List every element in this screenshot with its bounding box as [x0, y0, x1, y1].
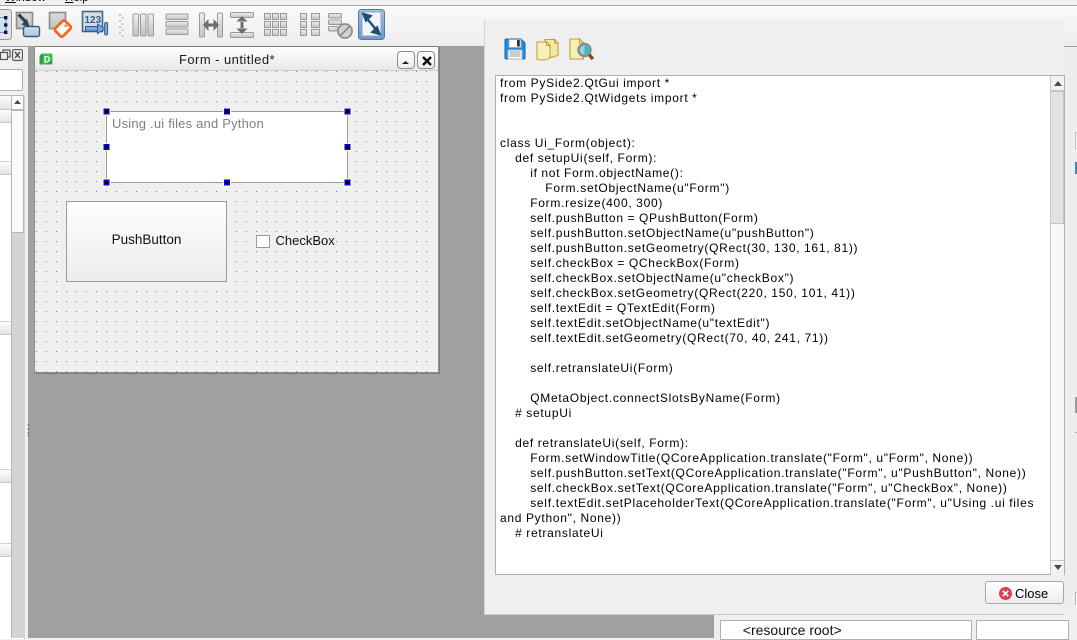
svg-text:123: 123 [85, 15, 102, 26]
